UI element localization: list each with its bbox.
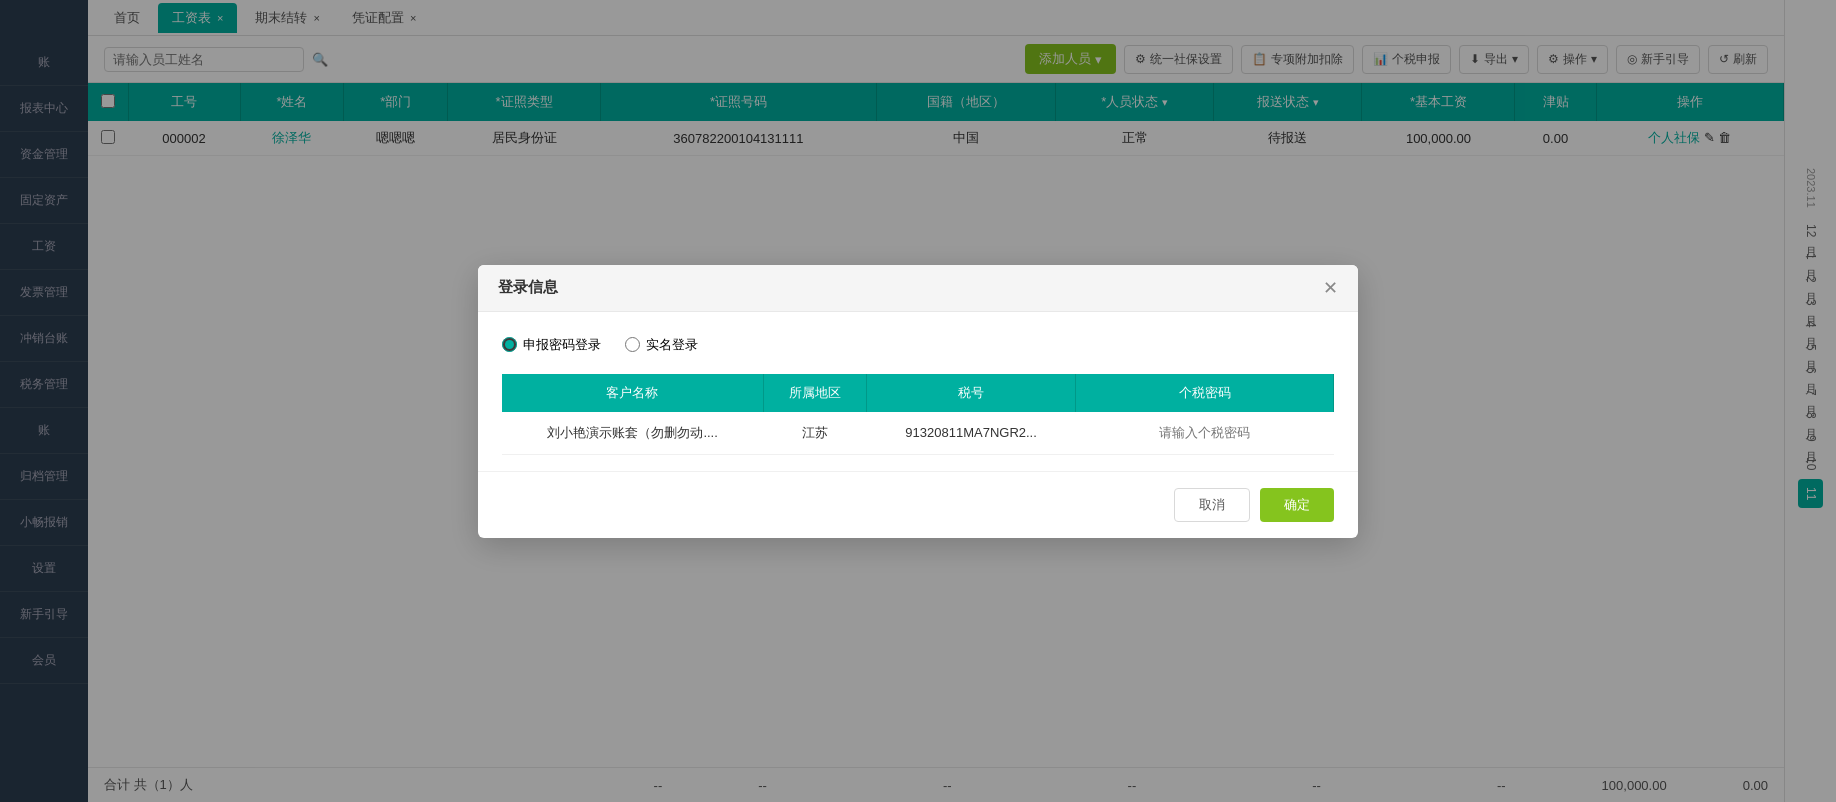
tax-password-input[interactable] bbox=[1088, 425, 1322, 440]
dialog-cell-region: 江苏 bbox=[763, 412, 866, 455]
dialog-cell-name: 刘小艳演示账套（勿删勿动.... bbox=[502, 412, 763, 455]
dialog-col-region: 所属地区 bbox=[763, 374, 866, 412]
login-dialog: 登录信息 ✕ 申报密码登录 实名登录 客户名称 bbox=[478, 265, 1358, 538]
dialog-close-button[interactable]: ✕ bbox=[1323, 277, 1338, 299]
login-info-table: 客户名称 所属地区 税号 个税密码 刘小艳演示账套（勿删勿动.... 江苏 91… bbox=[502, 374, 1334, 455]
dialog-title: 登录信息 bbox=[498, 278, 558, 297]
radio-realname-login[interactable]: 实名登录 bbox=[625, 336, 698, 354]
confirm-button[interactable]: 确定 bbox=[1260, 488, 1334, 522]
dialog-col-tax-id: 税号 bbox=[867, 374, 1076, 412]
dialog-cell-tax-pwd[interactable] bbox=[1076, 412, 1334, 455]
radio-password-login[interactable]: 申报密码登录 bbox=[502, 336, 601, 354]
dialog-cell-tax-id: 91320811MA7NGR2... bbox=[867, 412, 1076, 455]
cancel-button[interactable]: 取消 bbox=[1174, 488, 1250, 522]
dialog-table-row: 刘小艳演示账套（勿删勿动.... 江苏 91320811MA7NGR2... bbox=[502, 412, 1334, 455]
radio-realname-input[interactable] bbox=[625, 337, 640, 352]
dialog-footer: 取消 确定 bbox=[478, 471, 1358, 538]
dialog-col-tax-pwd: 个税密码 bbox=[1076, 374, 1334, 412]
dialog-header: 登录信息 ✕ bbox=[478, 265, 1358, 312]
dialog-body: 申报密码登录 实名登录 客户名称 所属地区 税号 个税密码 bbox=[478, 312, 1358, 471]
login-type-radio-group: 申报密码登录 实名登录 bbox=[502, 336, 1334, 354]
radio-password-input[interactable] bbox=[502, 337, 517, 352]
dialog-col-name: 客户名称 bbox=[502, 374, 763, 412]
modal-overlay: 登录信息 ✕ 申报密码登录 实名登录 客户名称 bbox=[0, 0, 1836, 802]
